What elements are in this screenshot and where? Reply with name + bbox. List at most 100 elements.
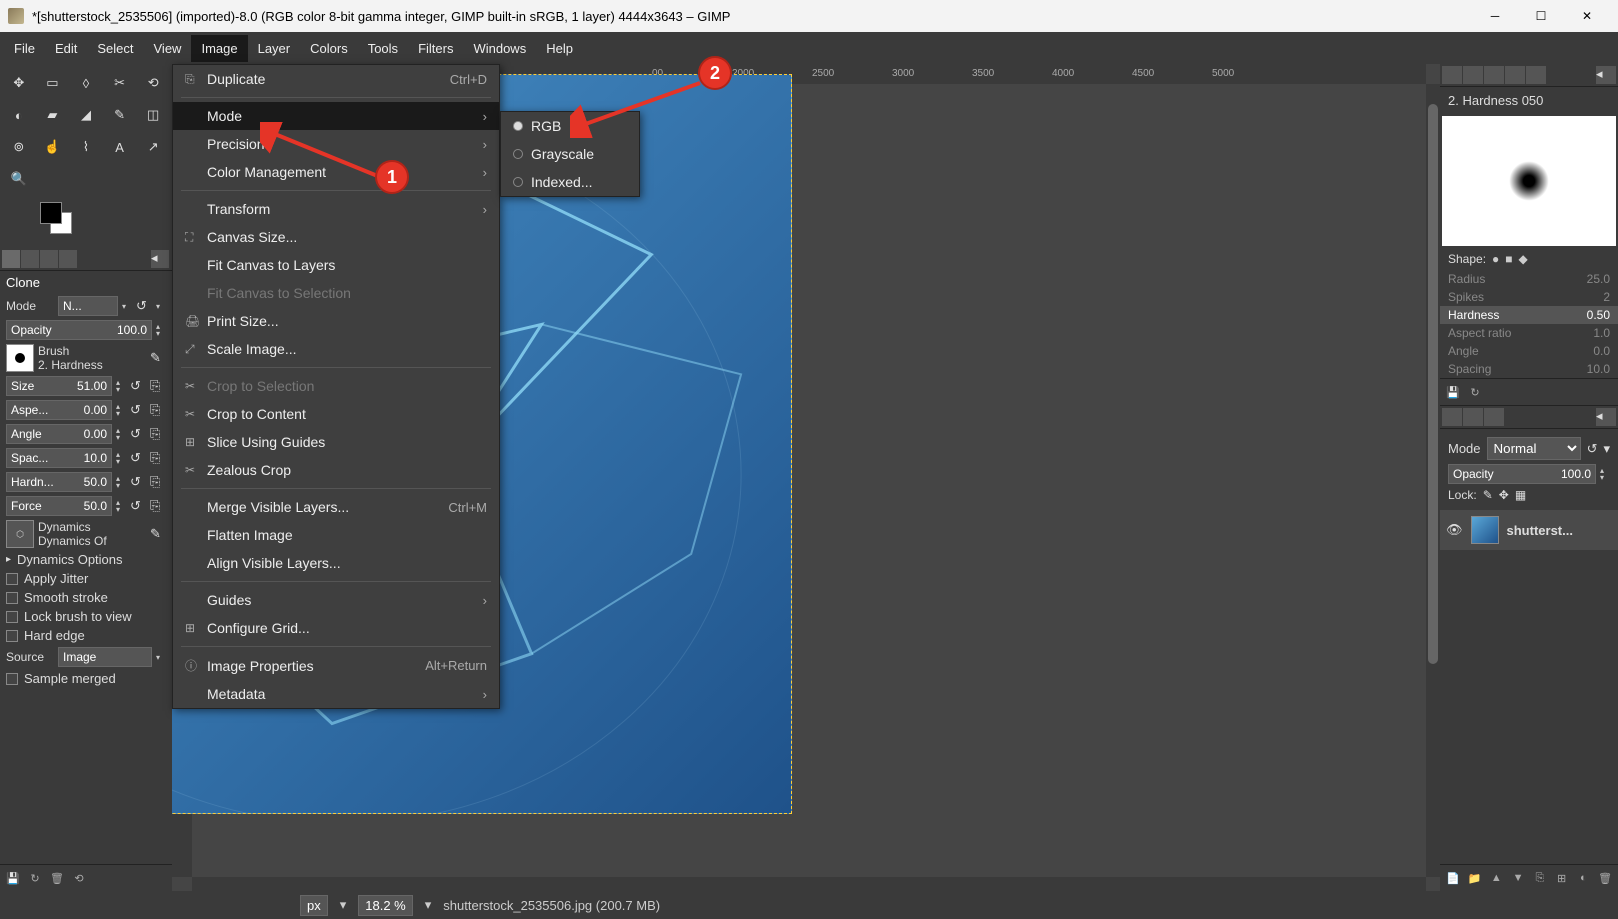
brushes-tab[interactable] — [1442, 66, 1462, 84]
menu-align-layers[interactable]: Align Visible Layers... — [173, 549, 499, 577]
merge-layer-icon[interactable]: ⊞ — [1553, 869, 1571, 887]
layer-name[interactable]: shutterst... — [1507, 523, 1573, 538]
spacing-reset-icon[interactable]: ↺ — [130, 450, 146, 466]
menu-image-properties[interactable]: ⓘImage PropertiesAlt+Return — [173, 651, 499, 680]
restore-preset-icon[interactable]: ↻ — [26, 869, 44, 887]
lock-brush-checkbox[interactable] — [6, 611, 18, 623]
tab-configure[interactable]: ◂ — [151, 250, 169, 268]
menu-view[interactable]: View — [144, 35, 192, 62]
spacing-slider-value[interactable]: 10.0 — [1587, 362, 1610, 376]
hardness-link-icon[interactable]: ⎘ — [150, 474, 166, 490]
dynamics-options-expander[interactable]: ▸Dynamics Options — [0, 550, 172, 569]
menu-canvas-size[interactable]: ⛶Canvas Size... — [173, 223, 499, 251]
menu-select[interactable]: Select — [87, 35, 143, 62]
radius-slider-value[interactable]: 25.0 — [1587, 272, 1610, 286]
delete-preset-icon[interactable]: 🗑 — [48, 869, 66, 887]
dynamics-preview[interactable]: ⬡ — [6, 520, 34, 548]
mode-grayscale[interactable]: Grayscale — [501, 140, 639, 168]
color-swatches[interactable] — [40, 202, 74, 236]
warp-tool[interactable]: ◐ — [4, 100, 34, 130]
channels-tab[interactable] — [1463, 408, 1483, 426]
duplicate-layer-icon[interactable]: ⎘ — [1531, 869, 1549, 887]
layer-opacity-spinner[interactable]: ▴▾ — [1600, 467, 1610, 481]
shape-square[interactable]: ■ — [1505, 252, 1512, 266]
editor-tab[interactable] — [1526, 66, 1546, 84]
layer-item[interactable]: 👁 shutterst... — [1440, 510, 1618, 550]
save-preset-icon[interactable]: 💾 — [4, 869, 22, 887]
unit-dropdown-icon[interactable]: ▾ — [340, 897, 347, 913]
layer-down-icon[interactable]: ▼ — [1509, 869, 1527, 887]
opacity-spinner[interactable]: ▴▾ — [156, 323, 166, 337]
menu-zealous-crop[interactable]: ✂Zealous Crop — [173, 456, 499, 484]
vertical-scrollbar[interactable] — [1426, 84, 1440, 877]
aspect-spinner[interactable]: ▴▾ — [116, 403, 126, 417]
tab-images[interactable] — [59, 250, 77, 268]
aspect-value[interactable]: 0.00 — [84, 403, 107, 417]
mode-indexed[interactable]: Indexed... — [501, 168, 639, 196]
spacing-value[interactable]: 10.0 — [84, 451, 107, 465]
hardness-slider-value[interactable]: 0.50 — [1587, 308, 1610, 322]
menu-file[interactable]: File — [4, 35, 45, 62]
force-link-icon[interactable]: ⎘ — [150, 498, 166, 514]
patterns-tab[interactable] — [1463, 66, 1483, 84]
smudge-tool[interactable]: ☝ — [38, 132, 68, 162]
menu-precision[interactable]: Precision› — [173, 130, 499, 158]
force-spinner[interactable]: ▴▾ — [116, 499, 126, 513]
menu-mode[interactable]: Mode› — [173, 102, 499, 130]
menu-layer[interactable]: Layer — [248, 35, 301, 62]
lock-position-icon[interactable]: ✥ — [1499, 488, 1509, 502]
mask-icon[interactable]: ◐ — [1575, 869, 1593, 887]
lock-alpha-icon[interactable]: ▦ — [1515, 488, 1526, 502]
zoom-select[interactable]: 18.2 % — [358, 895, 412, 916]
maximize-button[interactable]: ☐ — [1518, 0, 1564, 32]
force-value[interactable]: 50.0 — [84, 499, 107, 513]
shape-circle[interactable]: ● — [1492, 252, 1499, 266]
brush-save-icon[interactable]: 💾 — [1444, 383, 1462, 401]
angle-reset-icon[interactable]: ↺ — [130, 426, 146, 442]
dynamics-edit-icon[interactable]: ✎ — [150, 526, 166, 542]
layers-tab[interactable] — [1442, 408, 1462, 426]
force-reset-icon[interactable]: ↺ — [130, 498, 146, 514]
configure2-tab[interactable]: ◂ — [1596, 408, 1616, 426]
menu-slice-guides[interactable]: ⊞Slice Using Guides — [173, 428, 499, 456]
mode-reset-icon[interactable]: ↺ — [136, 298, 152, 314]
size-link-icon[interactable]: ⎘ — [150, 378, 166, 394]
layer-opacity-value[interactable]: 100.0 — [1561, 467, 1591, 481]
aspect-link-icon[interactable]: ⎘ — [150, 402, 166, 418]
menu-merge-visible[interactable]: Merge Visible Layers...Ctrl+M — [173, 493, 499, 521]
layer-up-icon[interactable]: ▲ — [1488, 869, 1506, 887]
menu-duplicate[interactable]: ⎘DuplicateCtrl+D — [173, 65, 499, 93]
new-group-icon[interactable]: 📁 — [1466, 869, 1484, 887]
size-spinner[interactable]: ▴▾ — [116, 379, 126, 393]
menu-print-size[interactable]: 🖨Print Size... — [173, 307, 499, 335]
tab-undo-history[interactable] — [40, 250, 58, 268]
close-button[interactable]: ✕ — [1564, 0, 1610, 32]
menu-color-management[interactable]: Color Management› — [173, 158, 499, 186]
lock-pixels-icon[interactable]: ✎ — [1483, 488, 1493, 502]
reset-preset-icon[interactable]: ⟲ — [70, 869, 88, 887]
jitter-checkbox[interactable] — [6, 573, 18, 585]
hardness-reset-icon[interactable]: ↺ — [130, 474, 146, 490]
move-tool[interactable]: ✥ — [4, 68, 34, 98]
fonts-tab[interactable] — [1484, 66, 1504, 84]
clone-tool[interactable]: ⊚ — [4, 132, 34, 162]
menu-tools[interactable]: Tools — [358, 35, 408, 62]
menu-flatten[interactable]: Flatten Image — [173, 521, 499, 549]
brush-revert-icon[interactable]: ↻ — [1466, 383, 1484, 401]
layer-visibility-icon[interactable]: 👁 — [1446, 522, 1463, 538]
opacity-value[interactable]: 100.0 — [117, 323, 147, 337]
paths-tab[interactable] — [1484, 408, 1504, 426]
layer-mode-reset-icon[interactable]: ↺ — [1587, 441, 1598, 457]
menu-configure-grid[interactable]: ⊞Configure Grid... — [173, 614, 499, 642]
menu-filters[interactable]: Filters — [408, 35, 463, 62]
transform-tool[interactable]: ⟲ — [138, 68, 168, 98]
menu-scale-image[interactable]: ⤢Scale Image... — [173, 335, 499, 363]
hard-edge-checkbox[interactable] — [6, 630, 18, 642]
new-layer-icon[interactable]: 📄 — [1444, 869, 1462, 887]
menu-colors[interactable]: Colors — [300, 35, 358, 62]
text-tool[interactable]: A — [105, 132, 135, 162]
spikes-slider-value[interactable]: 2 — [1603, 290, 1610, 304]
menu-edit[interactable]: Edit — [45, 35, 87, 62]
eraser-tool[interactable]: ◫ — [138, 100, 168, 130]
spacing-link-icon[interactable]: ⎘ — [150, 450, 166, 466]
